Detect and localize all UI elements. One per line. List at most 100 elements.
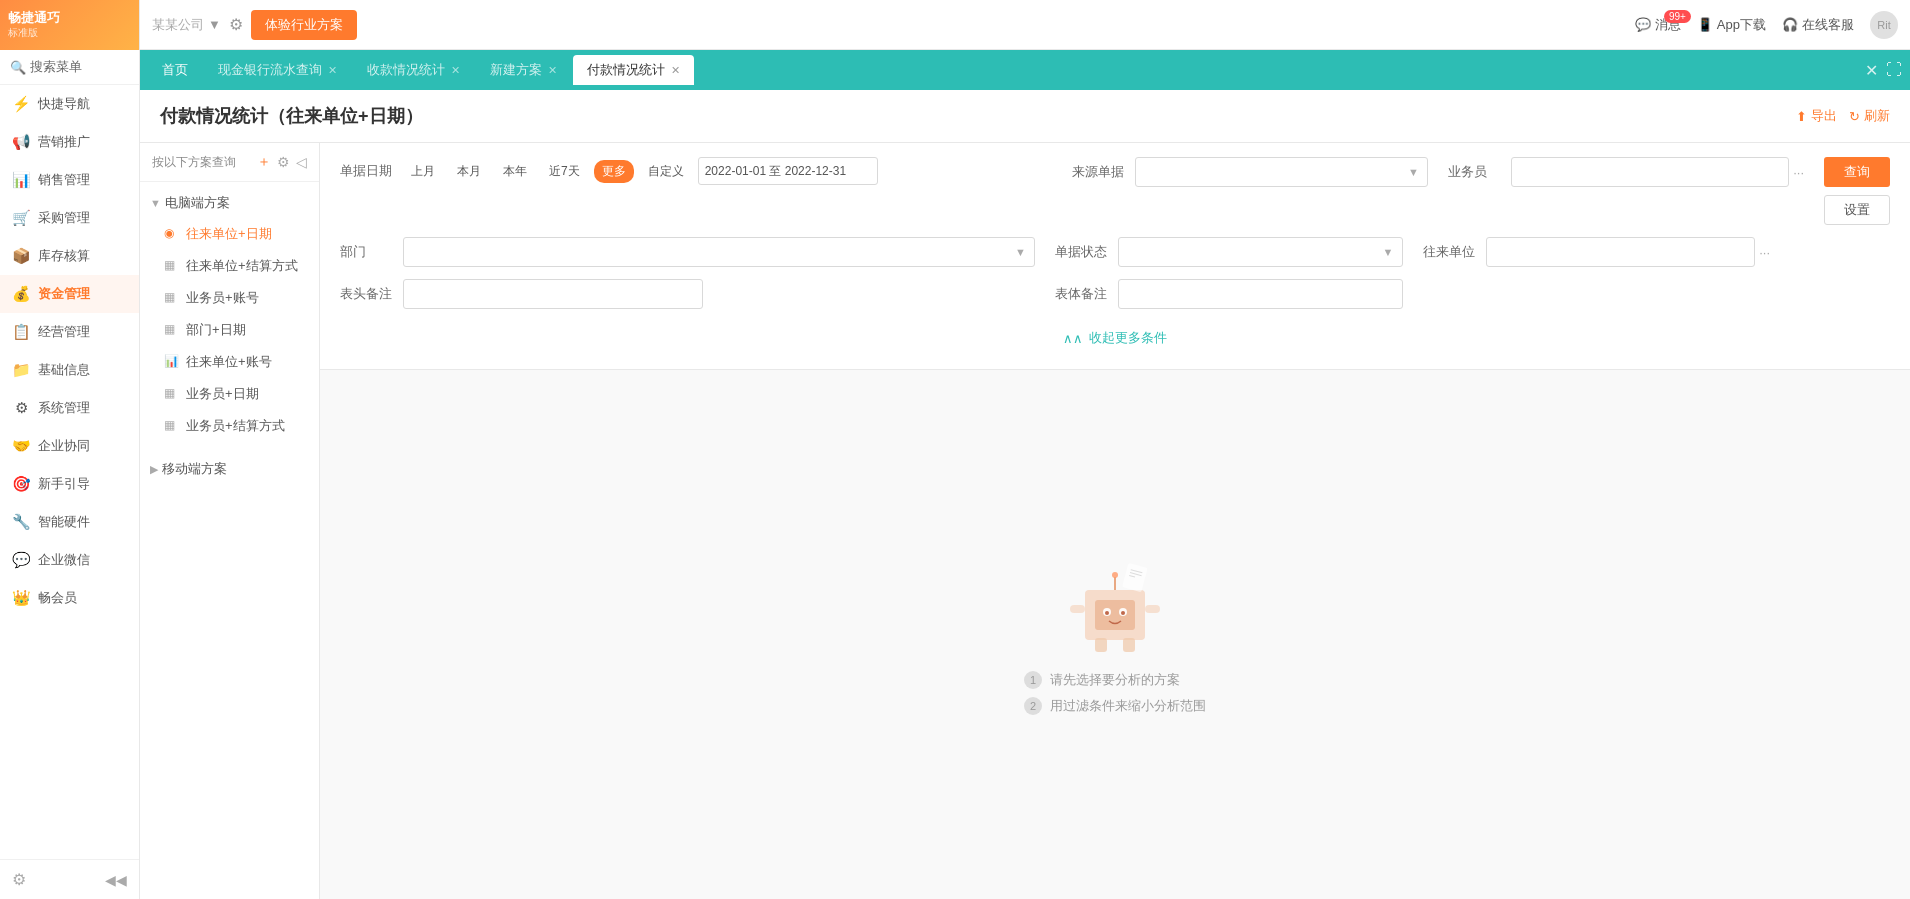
filter-field-partner: 往来单位 ··· [1423, 237, 1771, 267]
sidebar-item-basic-info[interactable]: 📁 基础信息 [0, 351, 139, 389]
tab-bank-flow[interactable]: 现金银行流水查询 ✕ [204, 55, 351, 85]
sidebar-item-operations[interactable]: 📋 经营管理 [0, 313, 139, 351]
tab-label: 现金银行流水查询 [218, 61, 322, 79]
operations-icon: 📋 [12, 323, 30, 341]
collapse-scheme-icon[interactable]: ◁ [296, 154, 307, 170]
scheme-item-icon: ▦ [164, 258, 180, 274]
tab-close-icon[interactable]: ✕ [671, 64, 680, 77]
wechat-icon: 💬 [12, 551, 30, 569]
refresh-btn[interactable]: ↻ 刷新 [1849, 107, 1890, 125]
export-btn[interactable]: ⬆ 导出 [1796, 107, 1837, 125]
scheme-panel-title: 按以下方案查询 [152, 154, 236, 171]
tab-label: 收款情况统计 [367, 61, 445, 79]
sidebar-item-purchase[interactable]: 🛒 采购管理 [0, 199, 139, 237]
tab-home[interactable]: 首页 [148, 55, 202, 85]
filter-date-label: 单据日期 [340, 162, 395, 180]
sidebar-item-member[interactable]: 👑 畅会员 [0, 579, 139, 617]
search-menu[interactable]: 🔍 搜索菜单 [0, 50, 139, 85]
group-expand-icon: ▶ [150, 463, 158, 476]
sidebar-item-label: 快捷导航 [38, 95, 90, 113]
user-avatar-btn[interactable]: Rit [1870, 11, 1898, 39]
topbar: 某某公司 ▼ ⚙ 体验行业方案 💬 消息 99+ 📱 App下载 🎧 在线客服 … [140, 0, 1910, 50]
sidebar-item-label: 企业微信 [38, 551, 90, 569]
filter-dept-select[interactable]: ▼ [403, 237, 1035, 267]
filter-header-note-input[interactable] [403, 279, 703, 309]
sidebar-item-marketing[interactable]: 📢 营销推广 [0, 123, 139, 161]
sidebar-item-sales[interactable]: 📊 销售管理 [0, 161, 139, 199]
company-selector[interactable]: 某某公司 ▼ [152, 16, 221, 34]
filter-staff-input[interactable] [1511, 157, 1789, 187]
date-btn-last-month[interactable]: 上月 [403, 160, 443, 183]
scheme-panel-header: 按以下方案查询 ＋ ⚙ ◁ [140, 143, 319, 182]
search-label: 搜索菜单 [30, 58, 82, 76]
settings-btn[interactable]: 设置 [1824, 195, 1890, 225]
filter-body-note-input[interactable] [1118, 279, 1403, 309]
tab-label: 新建方案 [490, 61, 542, 79]
tab-new-scheme[interactable]: 新建方案 ✕ [476, 55, 571, 85]
scheme-item-staff-date[interactable]: ▦ 业务员+日期 [140, 378, 319, 410]
sidebar-item-finance[interactable]: 💰 资金管理 [0, 275, 139, 313]
tab-close-icon[interactable]: ✕ [451, 64, 460, 77]
sidebar-item-guide[interactable]: 🎯 新手引导 [0, 465, 139, 503]
tab-receipt-stats[interactable]: 收款情况统计 ✕ [353, 55, 474, 85]
date-btn-7days[interactable]: 近7天 [541, 160, 588, 183]
collapse-filter-btn[interactable]: ∧∧ 收起更多条件 [340, 321, 1890, 355]
service-label: 在线客服 [1802, 16, 1854, 34]
svg-point-5 [1121, 611, 1125, 615]
filter-doc-status-select[interactable]: ▼ [1118, 237, 1403, 267]
scheme-item-icon: ▦ [164, 290, 180, 306]
tab-close-icon[interactable]: ✕ [548, 64, 557, 77]
sidebar-item-system[interactable]: ⚙ 系统管理 [0, 389, 139, 427]
scheme-item-staff-settle[interactable]: ▦ 业务员+结算方式 [140, 410, 319, 442]
date-btn-custom[interactable]: 自定义 [640, 160, 692, 183]
svg-point-4 [1105, 611, 1109, 615]
tab-close-icon[interactable]: ✕ [328, 64, 337, 77]
main-content: 某某公司 ▼ ⚙ 体验行业方案 💬 消息 99+ 📱 App下载 🎧 在线客服 … [140, 0, 1910, 899]
page: 付款情况统计（往来单位+日期） ⬆ 导出 ↻ 刷新 按以下方案查询 ＋ [140, 90, 1910, 899]
settings-scheme-icon[interactable]: ⚙ [277, 154, 290, 170]
scheme-item-partner-date[interactable]: ◉ 往来单位+日期 [140, 218, 319, 250]
sidebar-logo: 畅捷通巧 标准版 [8, 10, 60, 40]
add-scheme-icon[interactable]: ＋ [257, 153, 271, 171]
refresh-label: 刷新 [1864, 107, 1890, 125]
scheme-item-dept-date[interactable]: ▦ 部门+日期 [140, 314, 319, 346]
tab-payment-stats[interactable]: 付款情况统计 ✕ [573, 55, 694, 85]
close-all-tabs-icon[interactable]: ✕ [1865, 61, 1878, 80]
trial-btn[interactable]: 体验行业方案 [251, 10, 357, 40]
sidebar-item-quick-nav[interactable]: ⚡ 快捷导航 [0, 85, 139, 123]
service-btn[interactable]: 🎧 在线客服 [1782, 16, 1854, 34]
service-icon: 🎧 [1782, 17, 1798, 32]
sidebar-nav: ⚡ 快捷导航 📢 营销推广 📊 销售管理 🛒 采购管理 📦 库存核算 💰 资金管… [0, 85, 139, 859]
settings-icon[interactable]: ⚙ [12, 870, 26, 889]
empty-tip-1: 1 请先选择要分析的方案 [1024, 671, 1206, 689]
date-btn-this-year[interactable]: 本年 [495, 160, 535, 183]
date-range-input[interactable] [698, 157, 878, 185]
sidebar-item-wechat[interactable]: 💬 企业微信 [0, 541, 139, 579]
topbar-gear-icon[interactable]: ⚙ [229, 15, 243, 34]
company-name: 某某公司 [152, 16, 204, 34]
date-btn-this-month[interactable]: 本月 [449, 160, 489, 183]
staff-more-icon[interactable]: ··· [1793, 165, 1804, 180]
partner-more-icon[interactable]: ··· [1759, 245, 1770, 260]
sidebar-item-inventory[interactable]: 📦 库存核算 [0, 237, 139, 275]
sidebar-item-enterprise[interactable]: 🤝 企业协同 [0, 427, 139, 465]
filter-partner-input[interactable] [1486, 237, 1756, 267]
collapse-sidebar-icon[interactable]: ◀◀ [105, 872, 127, 888]
scheme-item-staff-account[interactable]: ▦ 业务员+账号 [140, 282, 319, 314]
scheme-item-label: 往来单位+账号 [186, 353, 272, 371]
sidebar-item-label: 资金管理 [38, 285, 90, 303]
tab-label: 首页 [162, 61, 188, 79]
sidebar-item-hardware[interactable]: 🔧 智能硬件 [0, 503, 139, 541]
scheme-item-partner-settle[interactable]: ▦ 往来单位+结算方式 [140, 250, 319, 282]
scheme-group-header-mobile[interactable]: ▶ 移动端方案 [140, 454, 319, 484]
filter-header-note-label: 表头备注 [340, 285, 395, 303]
message-btn[interactable]: 💬 消息 99+ [1635, 16, 1681, 34]
query-btn[interactable]: 查询 [1824, 157, 1890, 187]
filter-source-select[interactable]: ▼ [1135, 157, 1428, 187]
fullscreen-icon[interactable]: ⛶ [1886, 61, 1902, 79]
member-icon: 👑 [12, 589, 30, 607]
app-download-btn[interactable]: 📱 App下载 [1697, 16, 1766, 34]
scheme-group-header-desktop[interactable]: ▼ 电脑端方案 [140, 188, 319, 218]
date-btn-more[interactable]: 更多 [594, 160, 634, 183]
scheme-item-partner-account[interactable]: 📊 往来单位+账号 [140, 346, 319, 378]
